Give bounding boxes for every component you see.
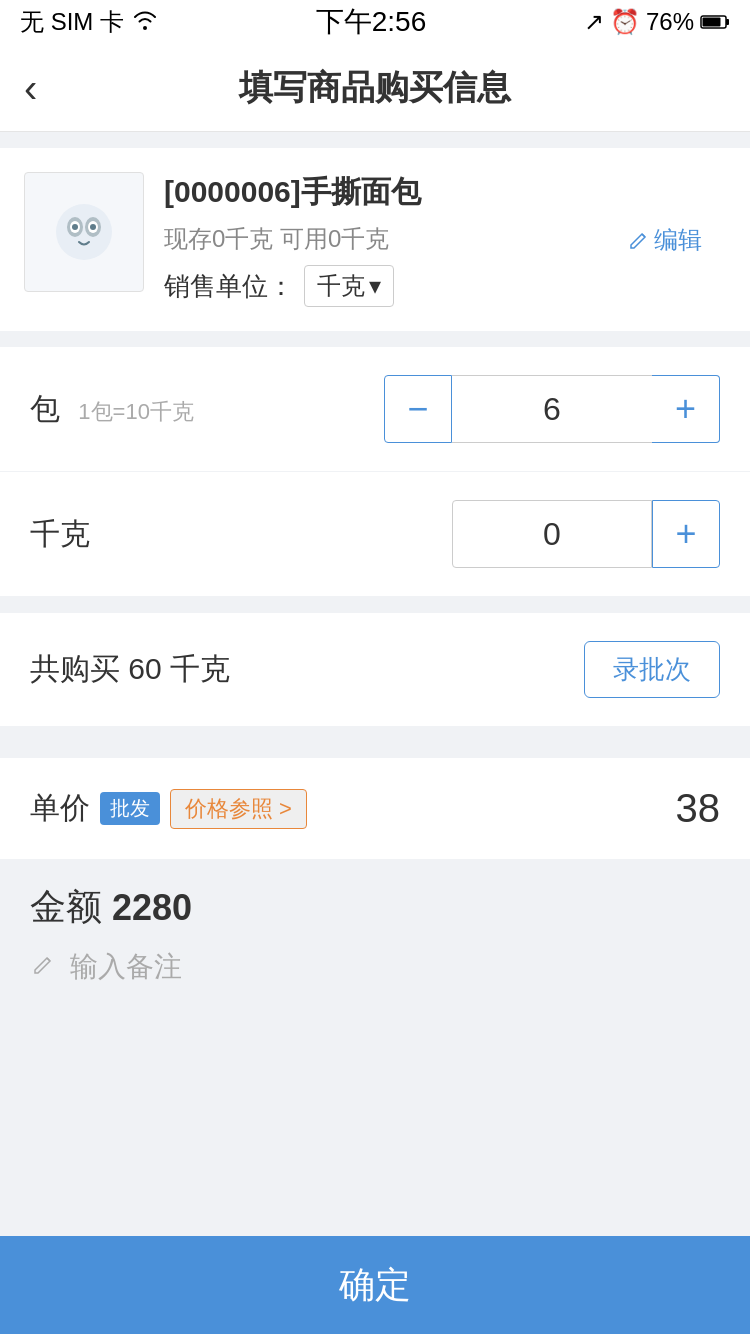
confirm-bar[interactable]: 确定: [0, 1236, 750, 1334]
confirm-button[interactable]: 确定: [339, 1261, 411, 1310]
battery-icon: [700, 8, 730, 36]
carrier-text: 无 SIM 卡: [20, 6, 124, 38]
qty-controls-bao: − +: [384, 375, 720, 443]
price-batch-tag: 批发: [100, 792, 160, 825]
nav-bar: ‹ 填写商品购买信息: [0, 44, 750, 132]
page-title: 填写商品购买信息: [239, 65, 511, 111]
qty-hint-bao: 1包=10千克: [78, 399, 194, 424]
amount-row: 金额 2280: [30, 883, 720, 932]
price-value: 38: [676, 786, 721, 831]
product-card: [0000006]手撕面包 现存0千克 可用0千克 销售单位： 千克 ▾ 编辑: [0, 148, 750, 331]
quantity-section: 包 1包=10千克 − + 千克 +: [0, 347, 750, 597]
qty-row-bao: 包 1包=10千克 − +: [0, 347, 750, 472]
battery-text: 76%: [646, 8, 694, 36]
note-placeholder: 输入备注: [70, 948, 182, 986]
amount-label: 金额: [30, 883, 102, 932]
amount-section: 金额 2280 输入备注: [0, 859, 750, 1010]
qty-input-bao[interactable]: [452, 375, 652, 443]
svg-rect-1: [726, 19, 729, 25]
svg-point-8: [72, 224, 78, 230]
unit-label: 销售单位：: [164, 269, 294, 304]
chevron-down-icon: ▾: [369, 272, 381, 300]
svg-point-9: [90, 224, 96, 230]
qty-minus-bao[interactable]: −: [384, 375, 452, 443]
qty-row-kg: 千克 +: [0, 472, 750, 597]
price-label: 单价: [30, 788, 90, 829]
status-right: ↗ ⏰ 76%: [584, 8, 730, 36]
product-thumbnail: [24, 172, 144, 292]
edit-button[interactable]: 编辑: [628, 224, 702, 256]
total-label: 共购买 60 千克: [30, 649, 230, 690]
product-name: [0000006]手撕面包: [164, 172, 726, 213]
status-time: 下午2:56: [316, 3, 427, 41]
unit-select[interactable]: 千克 ▾: [304, 265, 394, 307]
qty-plus-bao[interactable]: +: [652, 375, 720, 443]
wifi-icon: [132, 8, 158, 36]
separator-1: [0, 726, 750, 742]
qty-input-kg[interactable]: [452, 500, 652, 568]
batch-button[interactable]: 录批次: [584, 641, 720, 698]
total-row: 共购买 60 千克 录批次: [0, 613, 750, 726]
svg-point-3: [56, 204, 112, 260]
qty-label-bao: 包 1包=10千克: [30, 389, 384, 430]
qty-label-kg: 千克: [30, 514, 452, 555]
status-bar: 无 SIM 卡 下午2:56 ↗ ⏰ 76%: [0, 0, 750, 44]
amount-value: 2280: [112, 887, 192, 929]
svg-rect-2: [703, 18, 721, 27]
note-row[interactable]: 输入备注: [30, 948, 720, 986]
price-row: 单价 批发 价格参照 > 38: [30, 786, 720, 831]
product-unit-row: 销售单位： 千克 ▾: [164, 265, 726, 307]
note-icon: [30, 950, 58, 985]
price-label-group: 单价 批发 价格参照 >: [30, 788, 307, 829]
qty-controls-kg: +: [452, 500, 720, 568]
price-ref-button[interactable]: 价格参照 >: [170, 789, 307, 829]
price-section: 单价 批发 价格参照 > 38: [0, 758, 750, 859]
product-info: [0000006]手撕面包 现存0千克 可用0千克 销售单位： 千克 ▾ 编辑: [164, 172, 726, 307]
back-button[interactable]: ‹: [24, 68, 37, 108]
qty-plus-kg[interactable]: +: [652, 500, 720, 568]
status-left: 无 SIM 卡: [20, 6, 158, 38]
location-icon: ↗: [584, 8, 604, 36]
alarm-icon: ⏰: [610, 8, 640, 36]
